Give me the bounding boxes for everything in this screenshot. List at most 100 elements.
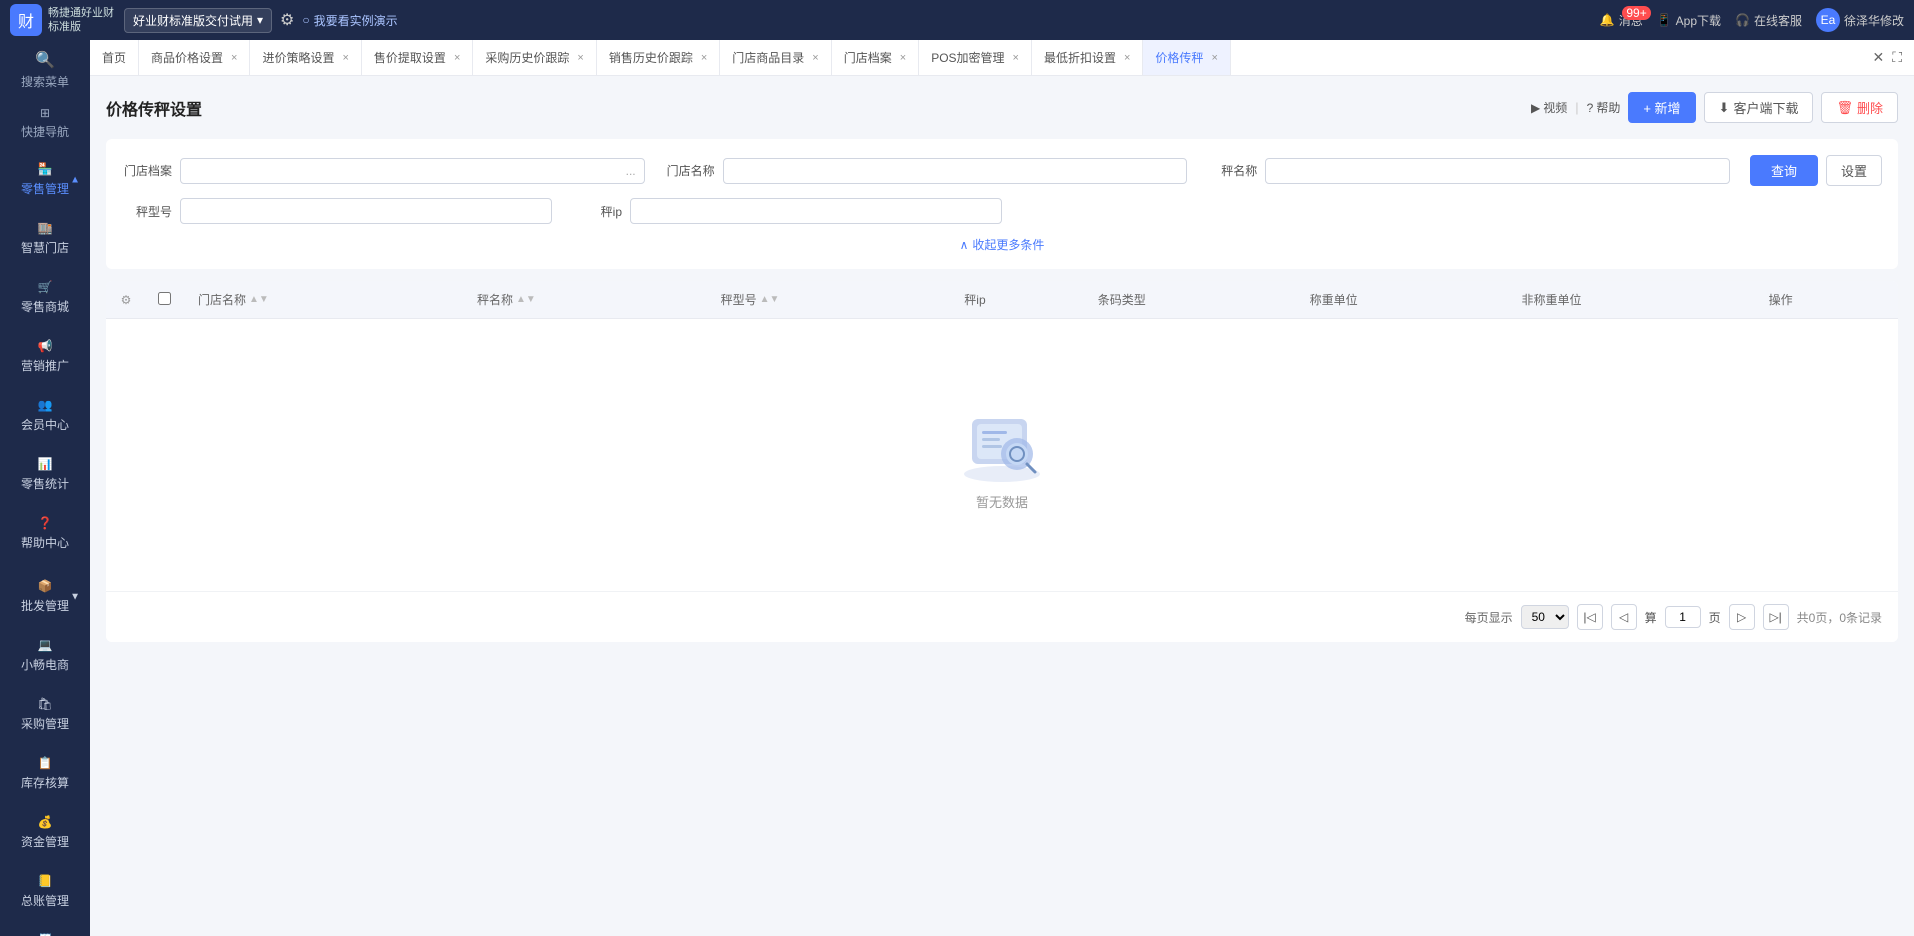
last-page-button[interactable]: ▷| <box>1763 604 1789 630</box>
sort-store-name[interactable]: 门店名称 ▲▼ <box>198 291 453 308</box>
close-tab-sale-extract-icon[interactable]: × <box>454 52 460 64</box>
tab-store-profile[interactable]: 门店档案 × <box>832 40 919 76</box>
sidebar-item-retail-stats[interactable]: 📊 零售统计 <box>4 447 86 502</box>
th-scale-model: 秤型号 ▲▼ <box>709 281 953 319</box>
sidebar-item-general-ledger[interactable]: 📒 总账管理 <box>4 864 86 919</box>
sidebar-item-marketing[interactable]: 📢 营销推广 <box>4 329 86 384</box>
query-button[interactable]: 查询 <box>1750 155 1818 186</box>
stats-icon: 📊 <box>38 457 53 471</box>
sidebar: 🔍 搜索菜单 ⊞ 快捷导航 🏪 零售管理 ▲ 🏬 智慧门店 🛒 零售商城 📢 营… <box>0 40 90 936</box>
download-icon2: ⬇ <box>1719 100 1730 116</box>
message-button[interactable]: 🔔 消息 99+ <box>1600 12 1643 29</box>
scale-ip-input[interactable] <box>630 198 1002 224</box>
store-profile-label: 门店档案 <box>122 162 172 179</box>
filter-store-name: 门店名称 <box>665 155 1188 186</box>
tab-min-discount[interactable]: 最低折扣设置 × <box>1032 40 1143 76</box>
sidebar-item-inventory[interactable]: 📋 库存核算 <box>4 746 86 801</box>
settings-filter-button[interactable]: 设置 <box>1826 155 1882 186</box>
th-barcode-type: 条码类型 <box>1086 281 1298 319</box>
first-page-button[interactable]: |◁ <box>1577 604 1603 630</box>
tab-pos-management[interactable]: POS加密管理 × <box>919 40 1032 76</box>
th-scale-ip: 秤ip <box>952 281 1085 319</box>
sort-icon-scale-model: ▲▼ <box>760 296 780 304</box>
sidebar-item-wholesale[interactable]: 📦 批发管理 ▼ <box>4 569 86 624</box>
video-icon: ▶ <box>1531 101 1540 115</box>
tab-purchase-history[interactable]: 采购历史价跟踪 × <box>473 40 596 76</box>
tab-sale-extract[interactable]: 售价提取设置 × <box>362 40 473 76</box>
version-select[interactable]: 好业财标准版交付试用 ▾ <box>124 8 272 33</box>
tab-store-catalog[interactable]: 门店商品目录 × <box>720 40 831 76</box>
close-tab-price-scale-icon[interactable]: × <box>1211 52 1217 64</box>
tab-sales-history[interactable]: 销售历史价跟踪 × <box>597 40 720 76</box>
close-tab-store-profile-icon[interactable]: × <box>900 52 906 64</box>
demo-button[interactable]: ○ 我要看实例演示 <box>302 12 397 29</box>
close-tab-pos-management-icon[interactable]: × <box>1013 52 1019 64</box>
collapse-button[interactable]: ∧ 收起更多条件 <box>122 236 1882 253</box>
scale-model-input[interactable] <box>180 198 552 224</box>
sort-scale-ip[interactable]: 秤ip <box>964 291 1073 308</box>
sidebar-item-xiao-ecom[interactable]: 💻 小畅电商 <box>4 628 86 683</box>
maximize-tab-icon[interactable]: ⛶ <box>1888 47 1906 68</box>
table-gear-icon[interactable]: ⚙ <box>121 293 132 307</box>
filter-scale-ip: 秤ip <box>572 198 1002 224</box>
close-tab-min-discount-icon[interactable]: × <box>1124 52 1130 64</box>
close-tab-product-price-icon[interactable]: × <box>231 52 237 64</box>
scale-ip-label: 秤ip <box>572 203 622 220</box>
close-tab-icon[interactable]: ✕ <box>1868 47 1888 68</box>
add-button[interactable]: + 新增 <box>1628 92 1695 123</box>
mall-icon: 🛒 <box>38 280 53 294</box>
per-page-select[interactable]: 50 <box>1521 605 1569 629</box>
close-tab-purchase-history-icon[interactable]: × <box>577 52 583 64</box>
prev-page-button[interactable]: ◁ <box>1611 604 1637 630</box>
sidebar-search[interactable]: 🔍 搜索菜单 <box>0 40 90 100</box>
sort-scale-model[interactable]: 秤型号 ▲▼ <box>721 291 941 308</box>
user-menu[interactable]: Ea 徐泽华修改 <box>1816 8 1904 32</box>
sidebar-item-retail[interactable]: 🏪 零售管理 ▲ <box>4 152 86 207</box>
page-number-input[interactable] <box>1665 606 1701 628</box>
tab-price-scale[interactable]: 价格传秤 × <box>1143 40 1230 76</box>
store-name-input[interactable] <box>723 158 1188 184</box>
avatar: Ea <box>1816 8 1840 32</box>
topbar-settings-icon[interactable]: ⚙ <box>280 10 294 30</box>
page-title: 价格传秤设置 <box>106 96 202 120</box>
tab-purchase-strategy[interactable]: 进价策略设置 × <box>250 40 361 76</box>
th-operation: 操作 <box>1757 281 1898 319</box>
sidebar-item-help[interactable]: ❓ 帮助中心 <box>4 506 86 561</box>
th-scale-name: 秤名称 ▲▼ <box>465 281 709 319</box>
sidebar-item-finance[interactable]: 💰 资金管理 <box>4 805 86 860</box>
sort-scale-name[interactable]: 秤名称 ▲▼ <box>477 291 697 308</box>
tab-product-price[interactable]: 商品价格设置 × <box>139 40 250 76</box>
filter-row-2: 秤型号 秤ip <box>122 198 1882 224</box>
inventory-icon: 📋 <box>38 756 53 770</box>
select-all-checkbox[interactable] <box>158 292 171 305</box>
sidebar-item-purchase[interactable]: 🛍 采购管理 <box>4 687 86 742</box>
delete-button[interactable]: 🗑 删除 <box>1821 92 1898 123</box>
next-page-button[interactable]: ▷ <box>1729 604 1755 630</box>
help-link[interactable]: ? 帮助 <box>1587 99 1621 116</box>
main-layout: 🔍 搜索菜单 ⊞ 快捷导航 🏪 零售管理 ▲ 🏬 智慧门店 🛒 零售商城 📢 营… <box>0 40 1914 936</box>
page-total: 共0页，0条记录 <box>1797 609 1882 626</box>
download-button[interactable]: ⬇ 客户端下载 <box>1704 92 1814 123</box>
wholesale-arrow-icon: ▼ <box>70 591 80 602</box>
download-icon: 📱 <box>1657 13 1672 27</box>
app-download-button[interactable]: 📱 App下载 <box>1657 12 1721 29</box>
scale-name-input[interactable] <box>1265 158 1730 184</box>
store-profile-input[interactable]: ... <box>180 158 645 184</box>
online-service-button[interactable]: 🎧 在线客服 <box>1735 12 1802 29</box>
sidebar-item-smart-store[interactable]: 🏬 智慧门店 <box>4 211 86 266</box>
close-tab-purchase-strategy-icon[interactable]: × <box>342 52 348 64</box>
sidebar-item-member[interactable]: 👥 会员中心 <box>4 388 86 443</box>
app-logo: 财 畅捷通好业财 标准版 <box>10 4 114 36</box>
topbar: 财 畅捷通好业财 标准版 好业财标准版交付试用 ▾ ⚙ ○ 我要看实例演示 🔔 … <box>0 0 1914 40</box>
video-link[interactable]: ▶ 视频 <box>1531 99 1567 116</box>
tab-home[interactable]: 首页 <box>90 40 139 76</box>
sidebar-item-retail-mall[interactable]: 🛒 零售商城 <box>4 270 86 325</box>
sidebar-nav[interactable]: ⊞ 快捷导航 <box>0 100 90 146</box>
close-tab-store-catalog-icon[interactable]: × <box>812 52 818 64</box>
marketing-icon: 📢 <box>38 339 53 353</box>
sidebar-item-invoice[interactable]: 🧾 发票管理 <box>4 923 86 936</box>
empty-illustration <box>952 399 1052 492</box>
th-store-name: 门店名称 ▲▼ <box>186 281 465 319</box>
close-tab-sales-history-icon[interactable]: × <box>701 52 707 64</box>
tab-actions: ✕ ⛶ <box>1860 47 1914 68</box>
